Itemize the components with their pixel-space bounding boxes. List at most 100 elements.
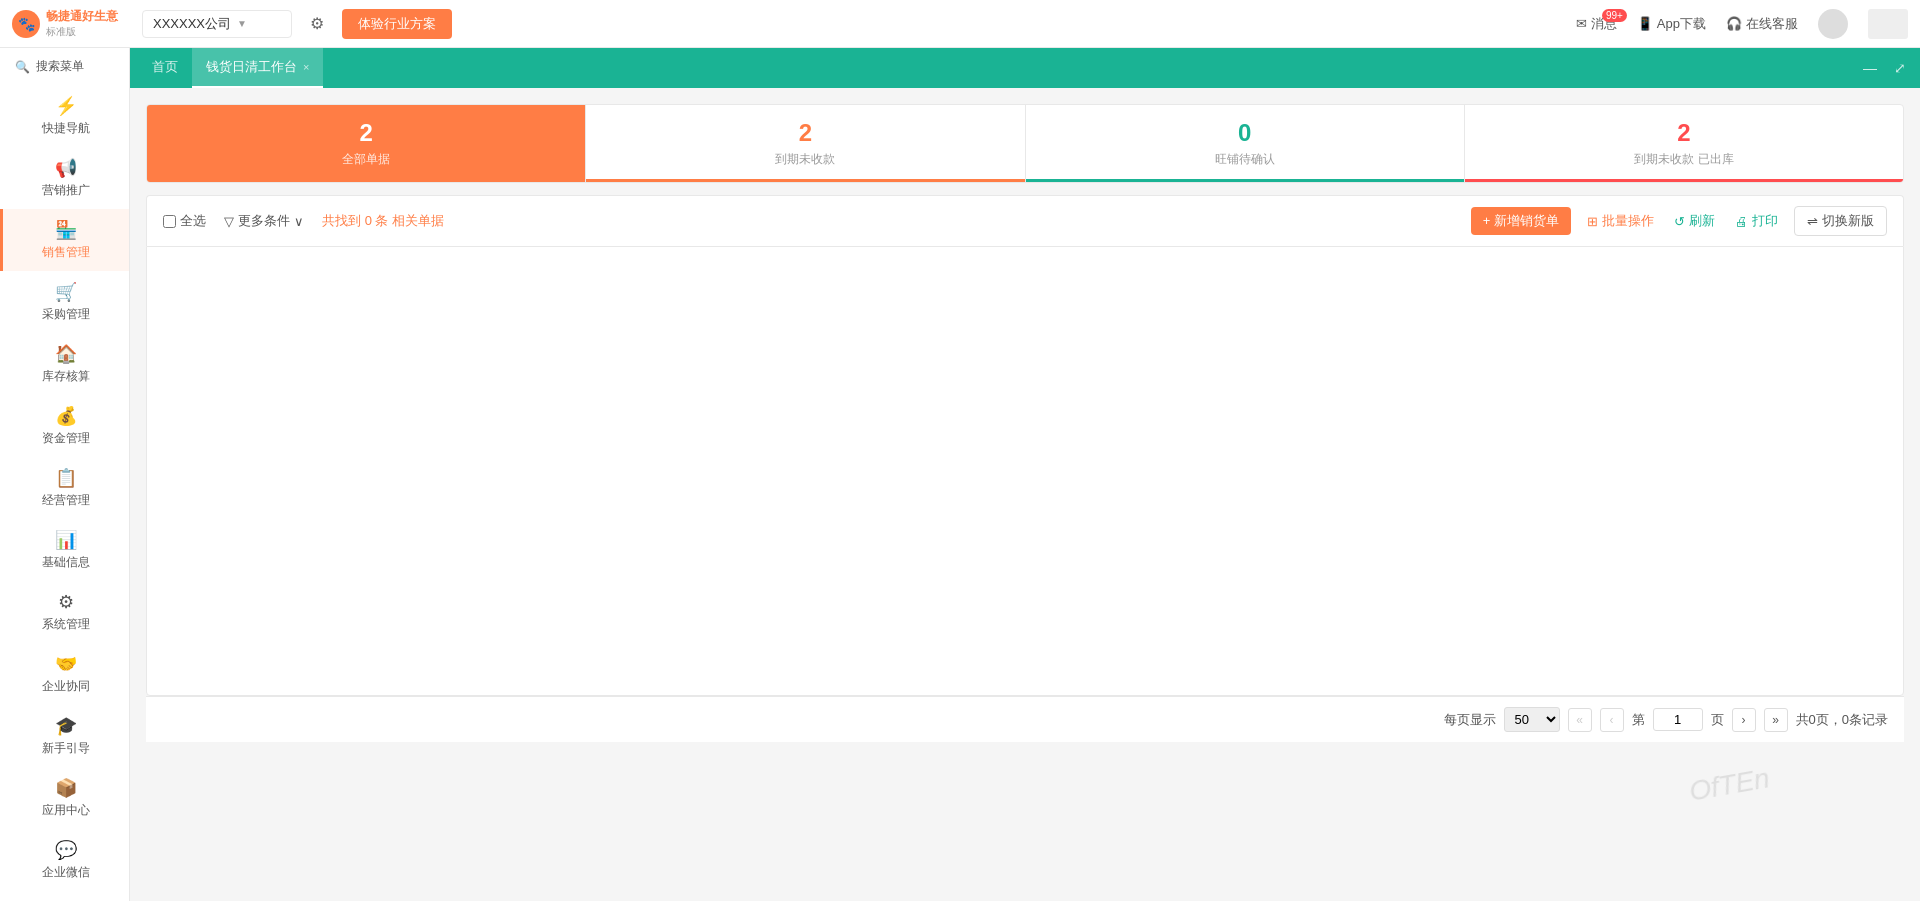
user-panel[interactable] [1868,9,1908,39]
batch-label: 批量操作 [1602,212,1654,230]
sidebar-item-label: 系统管理 [42,616,90,633]
company-name: XXXXXX公司 [153,15,231,33]
service-icon: 🎧 [1726,16,1742,31]
minimize-icon: — [1863,60,1877,76]
sidebar-item-label: 经营管理 [42,492,90,509]
sidebar-item-label: 企业微信 [42,864,90,881]
print-button[interactable]: 🖨 打印 [1731,207,1782,235]
sidebar-item-label: 采购管理 [42,306,90,323]
stat-card-overdue-out[interactable]: 2 到期未收款 已出库 [1465,105,1903,182]
stat-card-pending[interactable]: 0 旺铺待确认 [1026,105,1465,182]
app-center-icon: 📦 [55,777,77,799]
chevron-down-icon: ∨ [294,214,304,229]
print-icon: 🖨 [1735,214,1748,229]
found-count: 0 [365,213,372,228]
filter-button[interactable]: ▽ 更多条件 ∨ [216,208,312,234]
sidebar-item-label: 企业协同 [42,678,90,695]
add-order-button[interactable]: + 新增销货单 [1471,207,1571,235]
found-unit: 条 [375,213,388,228]
refresh-label: 刷新 [1689,212,1715,230]
sidebar-item-cooperation[interactable]: 🤝 企业协同 [0,643,129,705]
tab-home[interactable]: 首页 [138,48,192,88]
chevron-down-icon: ▼ [237,18,247,29]
stat-num-pending: 0 [1046,119,1444,147]
download-icon: 📱 [1637,16,1653,31]
tab-cash-flow-label: 钱货日清工作台 [206,58,297,76]
first-page-button[interactable]: « [1568,708,1592,732]
found-suffix: 相关单据 [392,213,444,228]
sidebar-item-member[interactable]: 👑 畅会员 [0,891,129,901]
sidebar-item-purchase[interactable]: 🛒 采购管理 [0,271,129,333]
top-header: 🐾 畅捷通好生意 标准版 XXXXXX公司 ▼ ⚙ 体验行业方案 ✉ 消息 99… [0,0,1920,48]
tab-cash-flow[interactable]: 钱货日清工作台 × [192,48,323,88]
switch-label: 切换新版 [1822,212,1874,230]
message-button[interactable]: ✉ 消息 99+ [1576,15,1617,33]
stat-card-overdue[interactable]: 2 到期未收款 [586,105,1025,182]
inventory-icon: 🏠 [55,343,77,365]
per-page-select[interactable]: 50 20 100 [1504,707,1560,732]
tab-home-label: 首页 [152,58,178,76]
sidebar-item-finance[interactable]: 💰 资金管理 [0,395,129,457]
online-service-label: 在线客服 [1746,15,1798,33]
sidebar-item-label: 新手引导 [42,740,90,757]
tab-bar: 首页 钱货日清工作台 × — ⤢ [130,48,1920,88]
page-suffix: 页 [1711,711,1724,729]
select-all-input[interactable] [163,215,176,228]
maximize-button[interactable]: ⤢ [1888,56,1912,80]
select-all-checkbox[interactable]: 全选 [163,212,206,230]
sidebar-item-marketing[interactable]: 📢 营销推广 [0,147,129,209]
stat-label-all: 全部单据 [167,151,565,168]
brand-name: 畅捷通好生意 [46,9,118,25]
online-service-button[interactable]: 🎧 在线客服 [1726,15,1798,33]
stat-card-all[interactable]: 2 全部单据 [147,105,586,182]
sidebar-item-app-center[interactable]: 📦 应用中心 [0,767,129,829]
refresh-icon: ↺ [1674,214,1685,229]
tab-close-icon[interactable]: × [303,61,309,73]
toolbar: 全选 ▽ 更多条件 ∨ 共找到 0 条 相关单据 + 新增销货单 ⊞ 批量操作 … [146,195,1904,246]
sub-label: 标准版 [46,25,118,38]
sidebar-item-quick-nav[interactable]: ⚡ 快捷导航 [0,85,129,147]
sidebar-item-basic-info[interactable]: 📊 基础信息 [0,519,129,581]
select-all-label: 全选 [180,212,206,230]
sidebar-item-inventory[interactable]: 🏠 库存核算 [0,333,129,395]
search-icon: 🔍 [15,60,30,74]
gear-icon: ⚙ [310,14,324,33]
trial-button[interactable]: 体验行业方案 [342,9,452,39]
stat-num-overdue-out: 2 [1485,119,1883,147]
sidebar-item-system[interactable]: ⚙ 系统管理 [0,581,129,643]
table-area [146,246,1904,696]
per-page-label: 每页显示 [1444,711,1496,729]
next-page-button[interactable]: › [1732,708,1756,732]
marketing-icon: 📢 [55,157,77,179]
found-prefix: 共找到 [322,213,361,228]
switch-version-button[interactable]: ⇌ 切换新版 [1794,206,1887,236]
sidebar-item-label: 库存核算 [42,368,90,385]
tab-bar-actions: — ⤢ [1858,56,1912,80]
settings-button[interactable]: ⚙ [302,9,332,39]
total-info: 共0页，0条记录 [1796,711,1888,729]
search-menu-item[interactable]: 🔍 搜索菜单 [0,48,129,85]
sidebar-item-sales[interactable]: 🏪 销售管理 [0,209,129,271]
company-selector[interactable]: XXXXXX公司 ▼ [142,10,292,38]
minimize-button[interactable]: — [1858,56,1882,80]
refresh-button[interactable]: ↺ 刷新 [1670,207,1719,235]
page-input[interactable] [1653,708,1703,731]
sidebar-item-label: 应用中心 [42,802,90,819]
batch-operation-button[interactable]: ⊞ 批量操作 [1583,207,1658,235]
sidebar-item-operations[interactable]: 📋 经营管理 [0,457,129,519]
sidebar-item-wechat[interactable]: 💬 企业微信 [0,829,129,891]
filter-icon: ▽ [224,214,234,229]
sales-icon: 🏪 [55,219,77,241]
last-page-button[interactable]: » [1764,708,1788,732]
prev-page-button[interactable]: ‹ [1600,708,1624,732]
print-label: 打印 [1752,212,1778,230]
avatar[interactable] [1818,9,1848,39]
stat-label-overdue: 到期未收款 [606,151,1004,168]
stat-num-overdue: 2 [606,119,1004,147]
app-download-button[interactable]: 📱 App下载 [1637,15,1706,33]
logo-area: 🐾 畅捷通好生意 标准版 [12,9,142,38]
sidebar-item-label: 销售管理 [42,244,90,261]
sidebar: 🔍 搜索菜单 ⚡ 快捷导航 📢 营销推广 🏪 销售管理 🛒 采购管理 🏠 库存核… [0,48,130,901]
sidebar-item-label: 快捷导航 [42,120,90,137]
sidebar-item-newbie[interactable]: 🎓 新手引导 [0,705,129,767]
